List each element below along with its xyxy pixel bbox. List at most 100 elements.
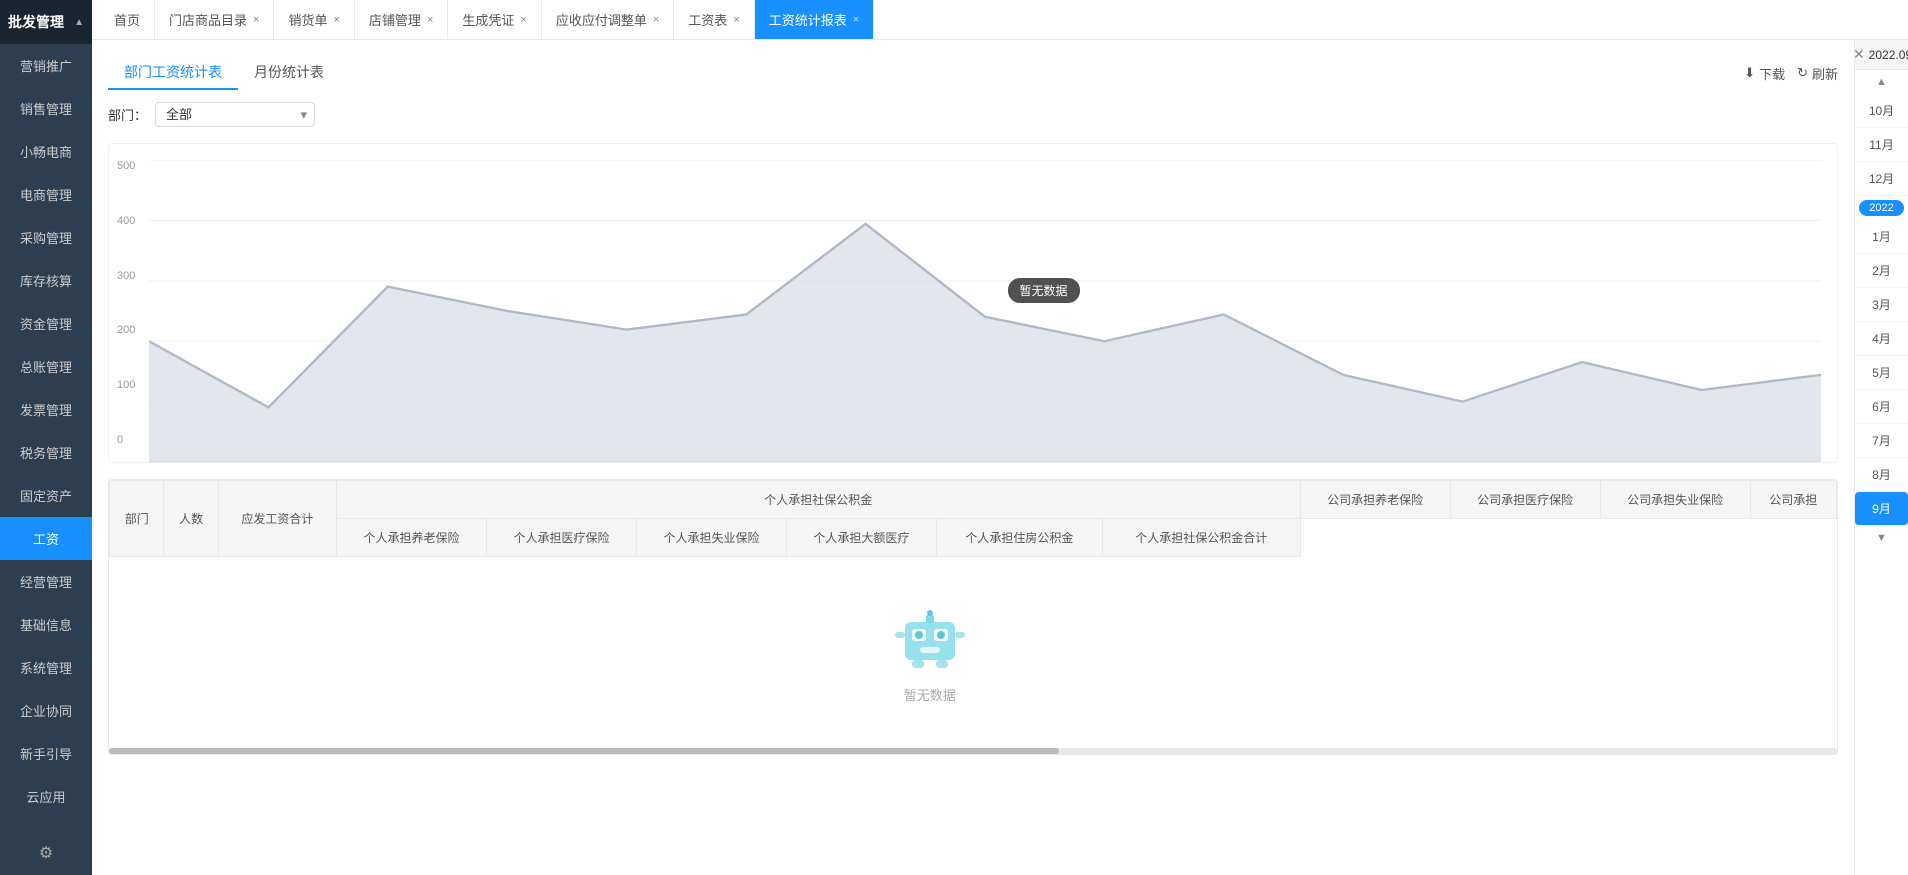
data-table: 部门 人数 应发工资合计 个人承担社保公积金 公司承担养老保险 公司承担医疗保险…	[109, 480, 1837, 744]
col-p-pension: 个人承担养老保险	[336, 519, 486, 557]
empty-text: 暂无数据	[904, 685, 956, 704]
sidebar-item-ecommerce[interactable]: 电商管理	[0, 173, 92, 216]
refresh-button[interactable]: ↻ 刷新	[1797, 64, 1838, 83]
tab-payroll-report[interactable]: 工资统计报表×	[755, 0, 874, 40]
refresh-icon: ↻	[1797, 65, 1808, 81]
tab-store-catalog[interactable]: 门店商品目录×	[155, 0, 274, 40]
tab-close-payroll-report[interactable]: ×	[853, 14, 859, 26]
tab-close-receivable[interactable]: ×	[653, 14, 659, 26]
date-3[interactable]: 3月	[1855, 288, 1908, 322]
sidebar-item-purchase[interactable]: 采购管理	[0, 216, 92, 259]
col-company-unemployment: 公司承担失业保险	[1600, 481, 1750, 519]
date-10[interactable]: 10月	[1855, 94, 1908, 128]
tab-production[interactable]: 生成凭证×	[448, 0, 541, 40]
date-6[interactable]: 6月	[1855, 390, 1908, 424]
date-panel-title: 2022.09	[1869, 48, 1908, 62]
sidebar-item-cloud[interactable]: 云应用	[0, 775, 92, 818]
col-company-other: 公司承担	[1750, 481, 1836, 519]
tab-sales-order[interactable]: 销货单×	[274, 0, 354, 40]
tab-close-sales-order[interactable]: ×	[333, 14, 339, 26]
sidebar-item-operations[interactable]: 经营管理	[0, 560, 92, 603]
sidebar-item-invoice[interactable]: 发票管理	[0, 388, 92, 431]
toolbar-right: ⬇ 下载 ↻ 刷新	[1744, 64, 1838, 83]
tab-store-mgmt[interactable]: 店铺管理×	[355, 0, 448, 40]
tab-bar: 首页门店商品目录×销货单×店铺管理×生成凭证×应收应付调整单×工资表×工资统计报…	[92, 0, 1908, 40]
sidebar-item-inventory[interactable]: 库存核算	[0, 259, 92, 302]
download-button[interactable]: ⬇ 下载	[1744, 64, 1785, 83]
date-11[interactable]: 11月	[1855, 128, 1908, 162]
date-5[interactable]: 5月	[1855, 356, 1908, 390]
col-p-total: 个人承担社保公积金合计	[1102, 519, 1300, 557]
sidebar-item-sales[interactable]: 销售管理	[0, 87, 92, 130]
sidebar-item-marketing[interactable]: 营销推广	[0, 44, 92, 87]
sidebar-item-guide[interactable]: 新手引导	[0, 732, 92, 775]
chart-y-labels: 500 400 300 200 100 0	[117, 160, 135, 446]
chart-area: 500 400 300 200 100 0	[108, 143, 1838, 463]
date-year-badge: 2022	[1859, 200, 1904, 216]
date-4[interactable]: 4月	[1855, 322, 1908, 356]
col-company-pension: 公司承担养老保险	[1300, 481, 1450, 519]
tab-receivable[interactable]: 应收应付调整单×	[542, 0, 674, 40]
tab-home[interactable]: 首页	[100, 0, 155, 40]
horizontal-scrollbar[interactable]	[109, 748, 1837, 754]
dept-select-container: 全部 销售部 采购部 财务部	[155, 102, 315, 127]
main-area: 首页门店商品目录×销货单×店铺管理×生成凭证×应收应付调整单×工资表×工资统计报…	[92, 0, 1908, 875]
date-down-button[interactable]: ▼	[1855, 526, 1908, 550]
tab-close-production[interactable]: ×	[520, 14, 526, 26]
download-icon: ⬇	[1744, 65, 1755, 81]
content-area: 部门工资统计表 月份统计表 ⬇ 下载 ↻ 刷新 部门：	[92, 40, 1908, 875]
sidebar-item-tax[interactable]: 税务管理	[0, 431, 92, 474]
col-dept: 部门	[110, 481, 164, 557]
date-7[interactable]: 7月	[1855, 424, 1908, 458]
sidebar-item-system[interactable]: 系统管理	[0, 646, 92, 689]
date-8[interactable]: 8月	[1855, 458, 1908, 492]
sidebar-header[interactable]: 批发管理 ▲	[0, 0, 92, 44]
col-p-unemployment: 个人承担失业保险	[636, 519, 786, 557]
col-company-medical: 公司承担医疗保险	[1450, 481, 1600, 519]
sidebar-item-base[interactable]: 基础信息	[0, 603, 92, 646]
col-count: 人数	[164, 481, 218, 557]
col-group-personal: 个人承担社保公积金	[336, 481, 1300, 519]
sidebar: 批发管理 ▲ 营销推广销售管理小畅电商电商管理采购管理库存核算资金管理总账管理发…	[0, 0, 92, 875]
dept-select[interactable]: 全部 销售部 采购部 财务部	[155, 102, 315, 127]
sub-tabs: 部门工资统计表 月份统计表	[108, 56, 340, 90]
empty-robot-icon	[890, 597, 970, 677]
chart-svg	[149, 160, 1821, 462]
sidebar-item-enterprise[interactable]: 企业协同	[0, 689, 92, 732]
sidebar-expand-icon: ▲	[74, 17, 84, 28]
sidebar-item-finance[interactable]: 资金管理	[0, 302, 92, 345]
settings-button[interactable]: ⚙	[0, 831, 92, 875]
date-9[interactable]: 9月	[1855, 492, 1908, 526]
col-p-extra-medical: 个人承担大额医疗	[786, 519, 936, 557]
dept-label: 部门：	[108, 105, 147, 124]
date-panel-header: ✕ 2022.09	[1855, 40, 1908, 70]
scroll-thumb[interactable]	[109, 748, 1059, 754]
col-p-housing: 个人承担住房公积金	[936, 519, 1102, 557]
page-content: 部门工资统计表 月份统计表 ⬇ 下载 ↻ 刷新 部门：	[92, 40, 1854, 875]
sidebar-item-ecommerce-small[interactable]: 小畅电商	[0, 130, 92, 173]
date-up-button[interactable]: ▲	[1855, 70, 1908, 94]
gear-icon: ⚙	[39, 845, 53, 862]
tab-close-store-catalog[interactable]: ×	[253, 14, 259, 26]
tab-close-payroll[interactable]: ×	[733, 14, 739, 26]
empty-state: 暂无数据	[110, 557, 1751, 744]
col-p-medical: 个人承担医疗保险	[486, 519, 636, 557]
sidebar-item-assets[interactable]: 固定资产	[0, 474, 92, 517]
empty-row: 暂无数据	[110, 557, 1837, 745]
sidebar-title: 批发管理	[8, 12, 64, 32]
tab-close-store-mgmt[interactable]: ×	[427, 14, 433, 26]
date-1[interactable]: 1月	[1855, 220, 1908, 254]
date-panel: ✕ 2022.09 ▲ 10月 11月 12月 2022 1月 2月 3月 4月…	[1854, 40, 1908, 875]
data-table-wrapper: 部门 人数 应发工资合计 个人承担社保公积金 公司承担养老保险 公司承担医疗保险…	[108, 479, 1838, 755]
dept-filter: 部门： 全部 销售部 采购部 财务部	[108, 102, 1838, 127]
tab-month[interactable]: 月份统计表	[238, 56, 340, 90]
date-12[interactable]: 12月	[1855, 162, 1908, 196]
date-panel-close-icon[interactable]: ✕	[1854, 46, 1867, 63]
sidebar-item-salary[interactable]: 工资	[0, 517, 92, 560]
tab-dept[interactable]: 部门工资统计表	[108, 56, 238, 90]
sidebar-item-ledger[interactable]: 总账管理	[0, 345, 92, 388]
tab-payroll[interactable]: 工资表×	[674, 0, 754, 40]
date-2[interactable]: 2月	[1855, 254, 1908, 288]
chart-tooltip: 暂无数据	[1008, 278, 1080, 303]
col-salary: 应发工资合计	[218, 481, 336, 557]
